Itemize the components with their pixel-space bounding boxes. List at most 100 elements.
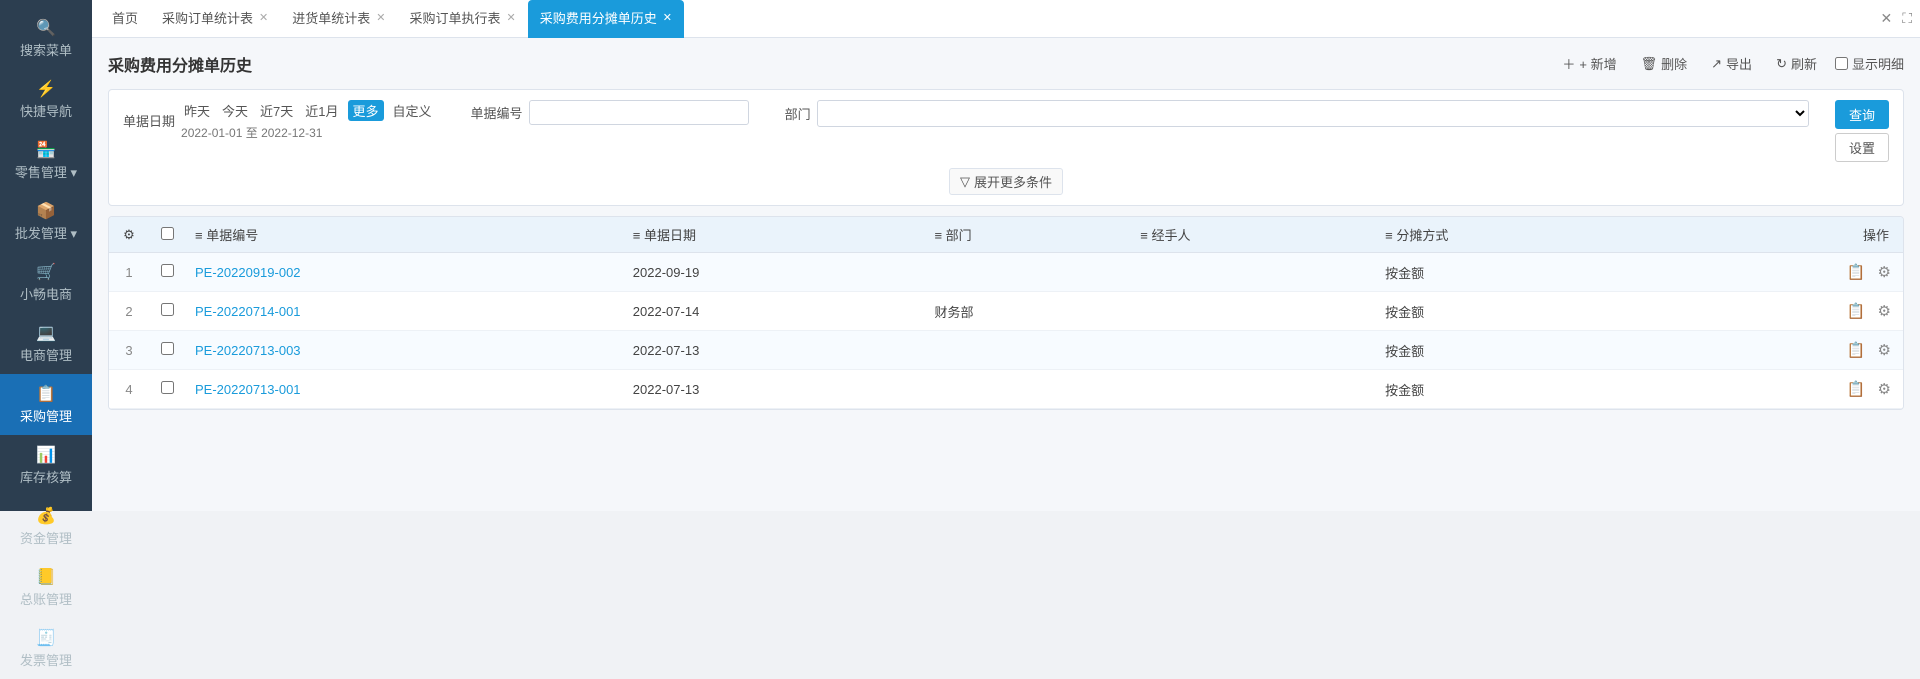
row-edit-icon-1[interactable]: 📋 bbox=[1845, 300, 1868, 322]
maximize-icon[interactable]: ⛶ bbox=[1902, 10, 1912, 27]
date-shortcut-今天[interactable]: 今天 bbox=[219, 100, 251, 121]
sidebar-item-wholesale[interactable]: 📦批发管理 ▾ bbox=[0, 191, 92, 252]
row-actions-0: 📋 ⚙ bbox=[1665, 253, 1903, 292]
doc-date-col-header: ≡ 单据日期 bbox=[623, 217, 925, 253]
row-doc-no-1: PE-20220714-001 bbox=[185, 292, 623, 331]
expand-more-row: ▽ 展开更多条件 bbox=[123, 168, 1889, 195]
tab-purchase-cost-split[interactable]: 采购费用分摊单历史 ✕ bbox=[528, 0, 684, 38]
sidebar-item-purchase[interactable]: 📋采购管理 bbox=[0, 374, 92, 435]
date-shortcut-更多[interactable]: 更多 bbox=[348, 100, 384, 121]
sidebar-item-retail[interactable]: 🏪零售管理 ▾ bbox=[0, 130, 92, 191]
export-icon: ↗ bbox=[1711, 56, 1722, 72]
table-row: 1 PE-20220919-002 2022-09-19 按金额 📋 ⚙ bbox=[109, 253, 1903, 292]
doc-link-1[interactable]: PE-20220714-001 bbox=[195, 304, 301, 319]
tab-purchase-order-exec[interactable]: 采购订单执行表 ✕ bbox=[397, 0, 527, 38]
table-header: ⚙ ≡ 单据编号 ≡ 单据日期 ≡ 部门 ≡ 经手人 ≡ 分摊方式 操作 bbox=[109, 217, 1903, 253]
doc-link-2[interactable]: PE-20220713-003 bbox=[195, 343, 301, 358]
sidebar-item-label: 搜索菜单 bbox=[20, 40, 72, 59]
row-select-3[interactable] bbox=[161, 381, 174, 394]
tab-bar: 首页采购订单统计表✕进货单统计表✕采购订单执行表✕采购费用分摊单历史✕ ✕ ⛶ bbox=[92, 0, 1920, 38]
date-shortcut-昨天[interactable]: 昨天 bbox=[181, 100, 213, 121]
sidebar-item-search[interactable]: 🔍搜索菜单 bbox=[0, 8, 92, 69]
search-button[interactable]: 查询 bbox=[1835, 100, 1889, 129]
row-more-icon-3[interactable]: ⚙ bbox=[1876, 378, 1893, 400]
delete-button[interactable]: 🗑 删除 bbox=[1635, 50, 1694, 77]
page-title: 采购费用分摊单历史 bbox=[108, 52, 252, 76]
row-dept-2 bbox=[924, 331, 1130, 370]
expand-more-button[interactable]: ▽ 展开更多条件 bbox=[949, 168, 1063, 195]
row-dept-3 bbox=[924, 370, 1130, 409]
export-button[interactable]: ↗ 导出 bbox=[1705, 50, 1758, 77]
action-buttons: 查询 设置 bbox=[1835, 100, 1889, 162]
sidebar-item-label: 库存核算 bbox=[20, 467, 72, 486]
row-num-1: 2 bbox=[109, 292, 149, 331]
doc-no-input[interactable] bbox=[529, 100, 749, 125]
content-area: 采购费用分摊单历史 ＋ + 新增 🗑 删除 ↗ 导出 ↻ 刷新 bbox=[92, 38, 1920, 511]
row-select-0[interactable] bbox=[161, 264, 174, 277]
sidebar-item-ledger[interactable]: 📒总账管理 bbox=[0, 557, 92, 618]
delete-icon: 🗑 bbox=[1641, 56, 1658, 72]
row-date-1: 2022-07-14 bbox=[623, 292, 925, 331]
tab-label-purchase-order-stats: 采购订单统计表 bbox=[162, 8, 253, 27]
row-edit-icon-0[interactable]: 📋 bbox=[1845, 261, 1868, 283]
sidebar-item-ecommerce_small[interactable]: 🛒小畅电商 bbox=[0, 252, 92, 313]
close-window-icon[interactable]: ✕ bbox=[1880, 10, 1892, 27]
add-icon: ＋ bbox=[1562, 54, 1575, 73]
row-doc-no-0: PE-20220919-002 bbox=[185, 253, 623, 292]
date-shortcut-近7天[interactable]: 近7天 bbox=[257, 100, 296, 121]
tab-home[interactable]: 首页 bbox=[100, 0, 150, 38]
row-more-icon-0[interactable]: ⚙ bbox=[1876, 261, 1893, 283]
add-button[interactable]: ＋ + 新增 bbox=[1556, 50, 1622, 77]
sidebar-item-ecommerce[interactable]: 💻 电商管理 bbox=[0, 313, 92, 374]
select-all-checkbox[interactable] bbox=[161, 227, 174, 240]
sidebar-item-shortcut[interactable]: ⚡快捷导航 bbox=[0, 69, 92, 130]
row-handler-1 bbox=[1130, 292, 1375, 331]
sidebar-item-label: 总账管理 bbox=[20, 589, 72, 608]
sidebar-item-label: 电商管理 bbox=[20, 345, 72, 364]
dept-selector-wrapper bbox=[817, 100, 1809, 127]
row-select-1[interactable] bbox=[161, 303, 174, 316]
tab-purchase-order-stats[interactable]: 采购订单统计表 ✕ bbox=[150, 0, 280, 38]
tab-close-purchase-cost-split[interactable]: ✕ bbox=[663, 11, 672, 24]
setting-button[interactable]: 设置 bbox=[1835, 133, 1889, 162]
row-num-3: 4 bbox=[109, 370, 149, 409]
tab-close-purchase-order-stats[interactable]: ✕ bbox=[259, 11, 268, 24]
sidebar-item-invoice[interactable]: 🧾发票管理 bbox=[0, 618, 92, 679]
inventory-icon: 📊 bbox=[36, 445, 56, 465]
shortcut-icon: ⚡ bbox=[36, 79, 56, 99]
tab-goods-stats[interactable]: 进货单统计表✕ bbox=[280, 0, 397, 38]
sidebar-item-inventory[interactable]: 📊 库存核算 bbox=[0, 435, 92, 496]
row-more-icon-2[interactable]: ⚙ bbox=[1876, 339, 1893, 361]
doc-link-0[interactable]: PE-20220919-002 bbox=[195, 265, 301, 280]
row-checkbox-1 bbox=[149, 292, 185, 331]
settings-col-header[interactable]: ⚙ bbox=[109, 217, 149, 253]
doc-link-3[interactable]: PE-20220713-001 bbox=[195, 382, 301, 397]
row-edit-icon-2[interactable]: 📋 bbox=[1845, 339, 1868, 361]
tab-close-goods-stats[interactable]: ✕ bbox=[376, 11, 385, 24]
filter-row-main: 单据日期 昨天今天近7天近1月更多自定义 2022-01-01 至 2022-1… bbox=[123, 100, 1889, 162]
sidebar-item-finance[interactable]: 💰资金管理 bbox=[0, 496, 92, 557]
refresh-button[interactable]: ↻ 刷新 bbox=[1770, 50, 1823, 77]
table-row: 2 PE-20220714-001 2022-07-14 财务部 按金额 📋 ⚙ bbox=[109, 292, 1903, 331]
retail-icon: 🏪 bbox=[36, 140, 56, 160]
row-more-icon-1[interactable]: ⚙ bbox=[1876, 300, 1893, 322]
show-cols-button[interactable]: 显示明细 bbox=[1835, 54, 1904, 73]
row-dept-1: 财务部 bbox=[924, 292, 1130, 331]
row-edit-icon-3[interactable]: 📋 bbox=[1845, 378, 1868, 400]
tab-label-purchase-order-exec: 采购订单执行表 bbox=[409, 8, 500, 27]
tab-label-purchase-cost-split: 采购费用分摊单历史 bbox=[540, 8, 657, 27]
row-date-2: 2022-07-13 bbox=[623, 331, 925, 370]
show-cols-checkbox[interactable] bbox=[1835, 57, 1848, 70]
row-date-3: 2022-07-13 bbox=[623, 370, 925, 409]
sidebar-item-label: 批发管理 ▾ bbox=[15, 223, 77, 242]
sidebar-item-label: 小畅电商 bbox=[20, 284, 72, 303]
tab-close-purchase-order-exec[interactable]: ✕ bbox=[507, 11, 516, 24]
date-shortcut-自定义[interactable]: 自定义 bbox=[390, 100, 435, 121]
checkbox-col-header bbox=[149, 217, 185, 253]
row-select-2[interactable] bbox=[161, 342, 174, 355]
dept-label: 部门 bbox=[785, 104, 811, 123]
dept-select[interactable] bbox=[817, 100, 1809, 127]
tab-bar-right: ✕ ⛶ bbox=[1880, 10, 1912, 27]
date-shortcut-近1月[interactable]: 近1月 bbox=[302, 100, 341, 121]
ecommerce-icon: 💻 bbox=[36, 323, 56, 343]
